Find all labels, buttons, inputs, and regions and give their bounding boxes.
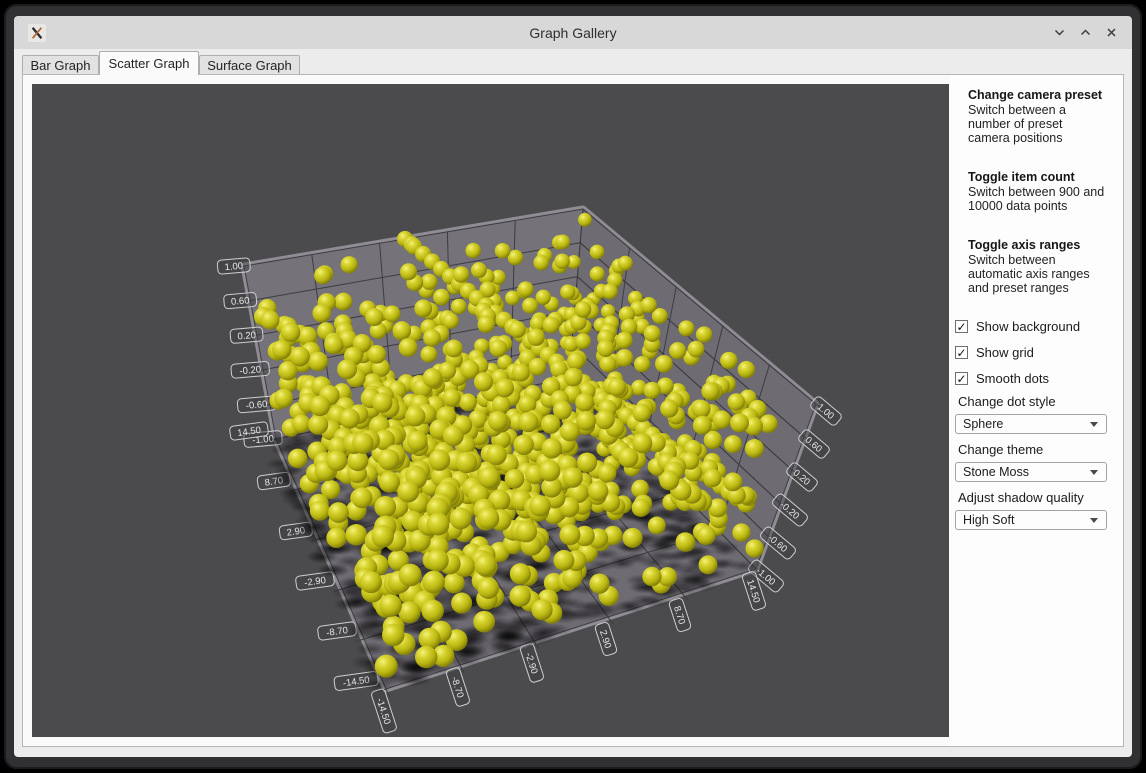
chevron-down-icon: [1054, 29, 1064, 36]
checkbox-checked-icon[interactable]: ✓: [955, 320, 968, 333]
close-icon: [1106, 28, 1116, 37]
svg-text:0.20: 0.20: [237, 330, 256, 343]
dropdown-arrow-icon: [1090, 517, 1098, 523]
section-heading-axis-ranges: Toggle axis ranges: [968, 238, 1081, 252]
tab-bar-graph[interactable]: Bar Graph: [22, 55, 99, 75]
theme-select[interactable]: Stone Moss: [955, 462, 1107, 482]
shadow-quality-select[interactable]: High Soft: [955, 510, 1107, 530]
section-desc: 10000 data points: [968, 199, 1068, 213]
tab-surface-graph[interactable]: Surface Graph: [199, 55, 300, 75]
shadow-quality-label: Adjust shadow quality: [958, 490, 1084, 505]
settings-panel: Change camera preset Switch between a nu…: [949, 75, 1123, 746]
scatter-3d-plot[interactable]: 1.00 0.60 0.20 -0.20 -0.60 -1.00 1.00 0.60 0.20-…: [32, 84, 949, 737]
svg-text:-0.20: -0.20: [239, 364, 262, 377]
checkbox-label: Show grid: [976, 345, 1034, 360]
section-heading-camera: Change camera preset: [968, 88, 1103, 102]
section-desc: Switch between: [968, 253, 1056, 267]
tab-pane: 1.00 0.60 0.20 -0.20 -0.60 -1.00 1.00 0.60 0.20-…: [22, 74, 1124, 747]
shadow-quality-value: High Soft: [963, 513, 1015, 527]
checkbox-show-background[interactable]: ✓ Show background: [955, 319, 1080, 334]
window-content: Bar Graph Scatter Graph Surface Graph 1.…: [14, 49, 1132, 757]
dot-style-label: Change dot style: [958, 394, 1056, 409]
dropdown-arrow-icon: [1090, 421, 1098, 427]
svg-text:-0.60: -0.60: [245, 399, 268, 412]
svg-text:1.00: 1.00: [224, 261, 243, 274]
section-desc: Switch between 900 and: [968, 185, 1105, 199]
checkbox-checked-icon[interactable]: ✓: [955, 346, 968, 359]
theme-label: Change theme: [958, 442, 1044, 457]
section-desc: camera positions: [968, 131, 1063, 145]
checkbox-checked-icon[interactable]: ✓: [955, 372, 968, 385]
section-desc: automatic axis ranges: [968, 267, 1090, 281]
titlebar[interactable]: Graph Gallery: [14, 16, 1132, 49]
checkbox-show-grid[interactable]: ✓ Show grid: [955, 345, 1034, 360]
checkbox-label: Show background: [976, 319, 1081, 334]
close-button[interactable]: [1102, 24, 1120, 42]
window-title: Graph Gallery: [529, 24, 617, 41]
minimize-button[interactable]: [1050, 24, 1068, 42]
screen: Graph Gallery Bar Graph Scatter Graph Su…: [0, 0, 1146, 773]
dot-style-value: Sphere: [963, 417, 1004, 431]
window-controls: [1050, 24, 1120, 42]
section-desc: and preset ranges: [968, 281, 1069, 295]
maximize-button[interactable]: [1076, 24, 1094, 42]
svg-text:0.60: 0.60: [231, 295, 250, 308]
dot-style-select[interactable]: Sphere: [955, 414, 1107, 434]
dropdown-arrow-icon: [1090, 469, 1098, 475]
tab-scatter-graph[interactable]: Scatter Graph: [99, 51, 199, 75]
checkbox-label: Smooth dots: [976, 371, 1049, 386]
section-heading-item-count: Toggle item count: [968, 170, 1075, 184]
section-desc: number of preset: [968, 117, 1063, 131]
section-desc: Switch between a: [968, 103, 1066, 117]
chevron-up-icon: [1080, 29, 1090, 36]
checkbox-smooth-dots[interactable]: ✓ Smooth dots: [955, 371, 1049, 386]
theme-value: Stone Moss: [963, 465, 1030, 479]
